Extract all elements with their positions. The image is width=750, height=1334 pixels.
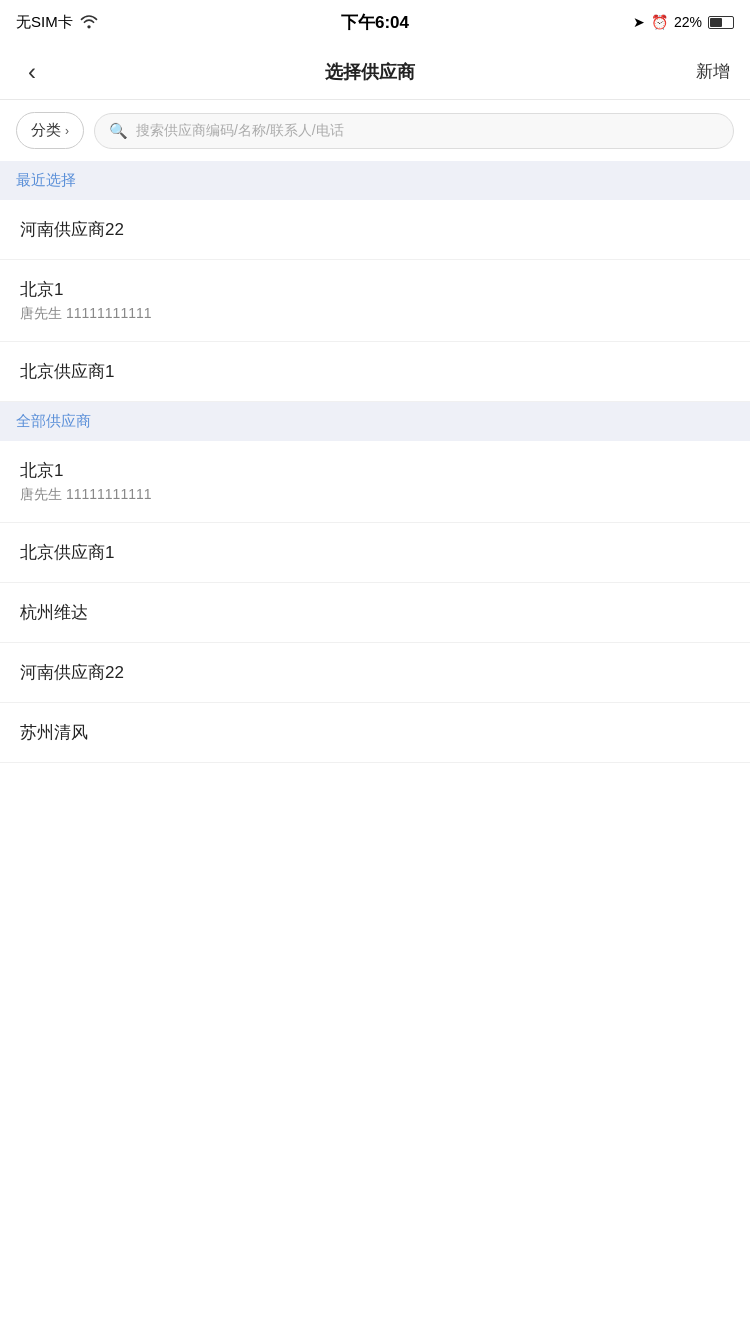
search-box[interactable]: 🔍 搜索供应商编码/名称/联系人/电话: [94, 113, 734, 149]
alarm-icon: ⏰: [651, 14, 668, 30]
item-name: 北京供应商1: [20, 541, 730, 564]
page-title: 选择供应商: [325, 60, 415, 84]
list-item[interactable]: 杭州维达: [0, 583, 750, 643]
list-item[interactable]: 北京供应商1: [0, 523, 750, 583]
item-name: 河南供应商22: [20, 661, 730, 684]
item-sub: 唐先生 11111111111: [20, 305, 730, 323]
battery-icon: [708, 16, 734, 29]
back-button[interactable]: ‹: [20, 54, 44, 90]
list-item[interactable]: 北京1 唐先生 11111111111: [0, 441, 750, 523]
sections-container: 最近选择河南供应商22 北京1 唐先生 11111111111 北京供应商1 全部供应商…: [0, 161, 750, 763]
search-icon: 🔍: [109, 122, 128, 140]
section-header-all: 全部供应商: [0, 402, 750, 441]
list-item[interactable]: 北京供应商1: [0, 342, 750, 402]
list-item[interactable]: 苏州清风: [0, 703, 750, 763]
nav-bar: ‹ 选择供应商 新增: [0, 44, 750, 100]
item-name: 杭州维达: [20, 601, 730, 624]
battery-percent: 22%: [674, 14, 702, 30]
category-button[interactable]: 分类 ›: [16, 112, 84, 149]
list-item[interactable]: 河南供应商22: [0, 643, 750, 703]
battery-fill: [710, 18, 722, 27]
filter-bar: 分类 › 🔍 搜索供应商编码/名称/联系人/电话: [0, 100, 750, 161]
item-name: 苏州清风: [20, 721, 730, 744]
status-right-group: ➤ ⏰ 22%: [633, 14, 734, 30]
carrier-label: 无SIM卡: [16, 13, 73, 32]
item-name: 北京供应商1: [20, 360, 730, 383]
item-name: 河南供应商22: [20, 218, 730, 241]
battery-icon-container: [708, 16, 734, 29]
section-header-recent: 最近选择: [0, 161, 750, 200]
search-placeholder: 搜索供应商编码/名称/联系人/电话: [136, 122, 344, 140]
item-name: 北京1: [20, 278, 730, 301]
location-icon: ➤: [633, 14, 645, 30]
wifi-icon: [79, 13, 99, 32]
status-bar: 无SIM卡 下午6:04 ➤ ⏰ 22%: [0, 0, 750, 44]
chevron-right-icon: ›: [65, 124, 69, 138]
status-time: 下午6:04: [341, 11, 409, 34]
category-label: 分类: [31, 121, 61, 140]
list-item[interactable]: 河南供应商22: [0, 200, 750, 260]
item-name: 北京1: [20, 459, 730, 482]
status-carrier: 无SIM卡: [16, 13, 99, 32]
item-sub: 唐先生 11111111111: [20, 486, 730, 504]
add-button[interactable]: 新增: [696, 60, 730, 83]
list-item[interactable]: 北京1 唐先生 11111111111: [0, 260, 750, 342]
